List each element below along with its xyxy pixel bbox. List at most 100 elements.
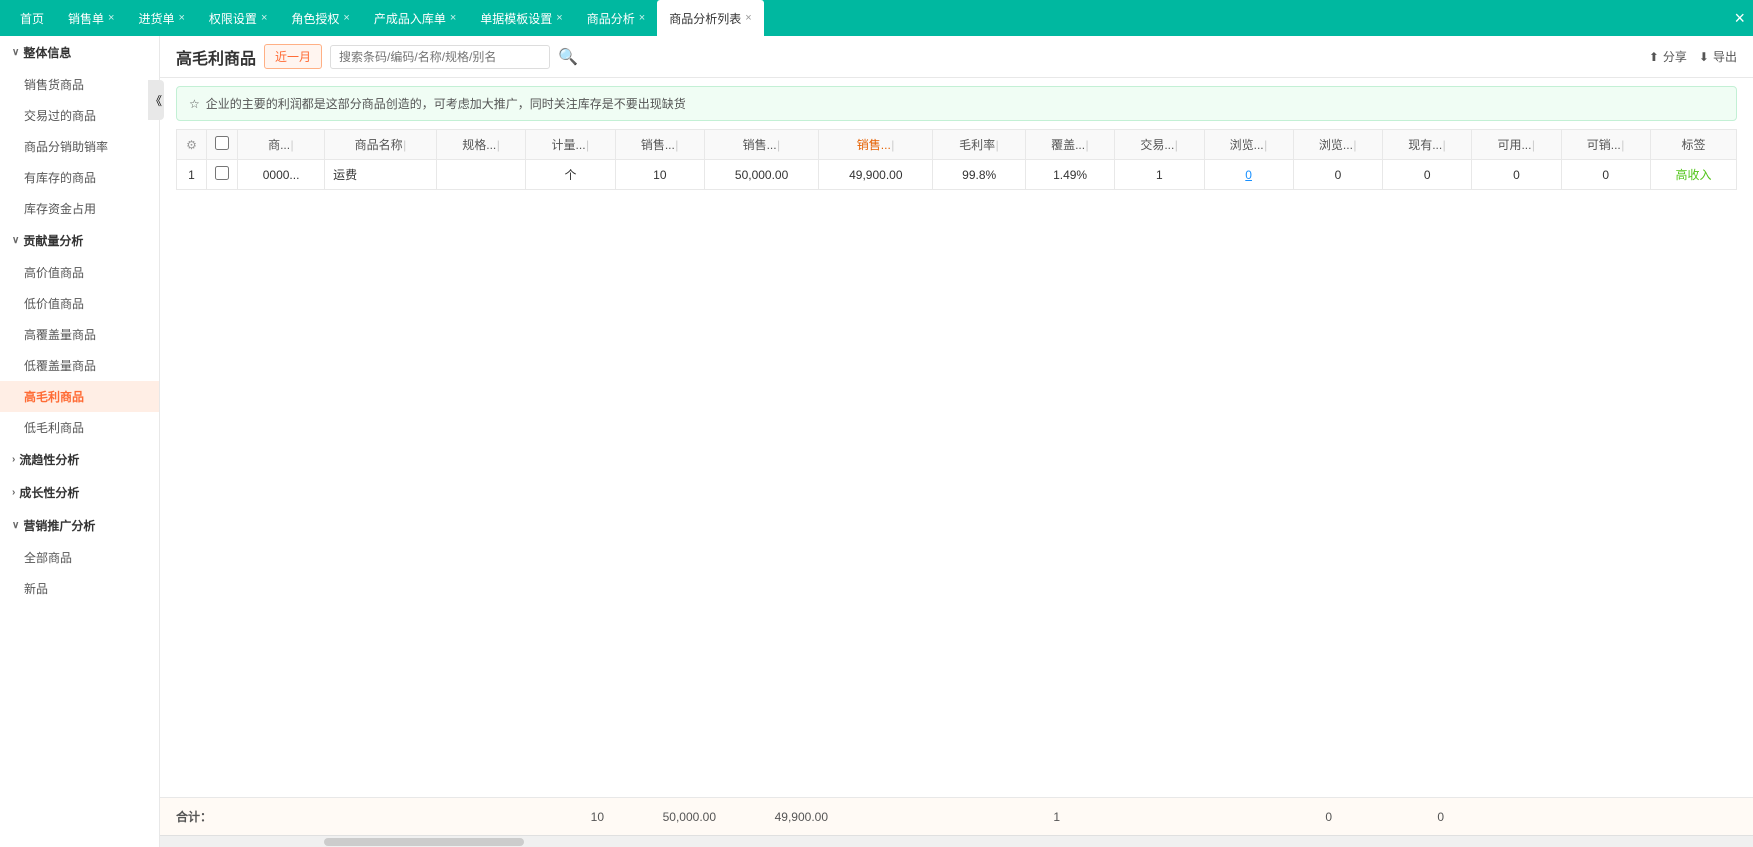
nav-finished-goods[interactable]: 产成品入库单 ×: [362, 0, 468, 36]
sidebar-item-high-margin[interactable]: 高毛利商品: [0, 381, 159, 412]
nav-product-analysis-list[interactable]: 商品分析列表 ×: [657, 0, 763, 36]
info-banner: ☆ 企业的主要的利润都是这部分商品创造的，可考虑加大推广，同时关注库存是不要出现…: [176, 86, 1737, 121]
nav-close-4[interactable]: ×: [343, 12, 349, 24]
nav-permission-settings[interactable]: 权限设置 ×: [197, 0, 279, 36]
nav-template-settings[interactable]: 单据模板设置 ×: [468, 0, 574, 36]
table-header-row: ⚙ 商...| 商品名称| 规格...| 计量...| 销售...| 销售...…: [177, 130, 1737, 160]
cell-tag: 高收入: [1650, 160, 1736, 190]
nav-home[interactable]: 首页: [8, 0, 56, 36]
sidebar-item-low-value[interactable]: 低价值商品: [0, 288, 159, 319]
summary-sales-amount: 50,000.00: [636, 810, 716, 824]
sidebar-item-all-goods[interactable]: 全部商品: [0, 542, 159, 573]
nav-sales-order[interactable]: 销售单 ×: [56, 0, 126, 36]
table-body: 1 0000... 运费 个 10 50,000.00 49,900.00 99…: [177, 160, 1737, 190]
col-saleable[interactable]: 可销...|: [1561, 130, 1650, 160]
scrollbar-thumb[interactable]: [324, 838, 524, 846]
nav-close-6[interactable]: ×: [556, 12, 562, 24]
table-container: ⚙ 商...| 商品名称| 规格...| 计量...| 销售...| 销售...…: [160, 129, 1753, 797]
sidebar-item-stocked-goods[interactable]: 有库存的商品: [0, 162, 159, 193]
cell-coverage: 1.49%: [1025, 160, 1114, 190]
cell-name: 运费: [325, 160, 437, 190]
sidebar-item-high-coverage[interactable]: 高覆盖量商品: [0, 319, 159, 350]
nav-window-close[interactable]: ×: [1734, 8, 1745, 29]
col-available[interactable]: 可用...|: [1472, 130, 1561, 160]
summary-sales-count: 10: [524, 810, 604, 824]
sidebar-group-contribution[interactable]: ∨ 贡献量分析: [0, 224, 159, 257]
cell-views1[interactable]: 0: [1204, 160, 1293, 190]
cell-available: 0: [1472, 160, 1561, 190]
cell-gross-margin: 99.8%: [933, 160, 1026, 190]
col-sales-amount[interactable]: 销售...|: [704, 130, 818, 160]
sidebar-item-sales-goods[interactable]: 销售货商品: [0, 69, 159, 100]
data-table: ⚙ 商...| 商品名称| 规格...| 计量...| 销售...| 销售...…: [176, 129, 1737, 190]
sidebar-item-new-goods[interactable]: 新品: [0, 573, 159, 604]
sidebar-group-trend[interactable]: › 流趋性分析: [0, 443, 159, 476]
sidebar-item-high-value[interactable]: 高价值商品: [0, 257, 159, 288]
nav-close-2[interactable]: ×: [178, 12, 184, 24]
col-coverage[interactable]: 覆盖...|: [1025, 130, 1114, 160]
col-code[interactable]: 商...|: [238, 130, 325, 160]
col-views2[interactable]: 浏览...|: [1293, 130, 1382, 160]
summary-sales-profit: 49,900.00: [748, 810, 828, 824]
cell-transaction: 1: [1115, 160, 1204, 190]
nav-close-5[interactable]: ×: [450, 12, 456, 24]
search-input[interactable]: [330, 45, 550, 69]
cell-saleable: 0: [1561, 160, 1650, 190]
cell-sales-amount: 50,000.00: [704, 160, 818, 190]
summary-current-stock: 0: [1252, 810, 1332, 824]
cell-code: 0000...: [238, 160, 325, 190]
sidebar-group-overall[interactable]: ∨ 整体信息: [0, 36, 159, 69]
nav-purchase-order[interactable]: 进货单 ×: [126, 0, 196, 36]
content-header: 高毛利商品 近一月 🔍 ⬆ 分享 ⬇ 导出: [160, 36, 1753, 78]
col-sales-profit[interactable]: 销售...|: [819, 130, 933, 160]
cell-current-stock: 0: [1383, 160, 1472, 190]
sidebar-arrow-growth: ›: [12, 487, 15, 498]
col-current-stock[interactable]: 现有...|: [1383, 130, 1472, 160]
sidebar-item-distribution-rate[interactable]: 商品分销助销率: [0, 131, 159, 162]
search-button[interactable]: 🔍: [558, 47, 578, 67]
sidebar-arrow-trend: ›: [12, 454, 15, 465]
nav-close-3[interactable]: ×: [261, 12, 267, 24]
sidebar-item-traded-goods[interactable]: 交易过的商品: [0, 100, 159, 131]
sidebar: ∨ 整体信息 销售货商品 交易过的商品 商品分销助销率 有库存的商品 库存资金占…: [0, 36, 160, 847]
col-transaction[interactable]: 交易...|: [1115, 130, 1204, 160]
nav-close-1[interactable]: ×: [108, 12, 114, 24]
filter-recent-month-btn[interactable]: 近一月: [264, 44, 322, 69]
nav-product-analysis[interactable]: 商品分析 ×: [575, 0, 657, 36]
col-settings[interactable]: ⚙: [177, 130, 207, 160]
summary-bar: 合计： 10 50,000.00 49,900.00 1 0 0: [160, 797, 1753, 835]
col-unit[interactable]: 计量...|: [526, 130, 615, 160]
select-all-checkbox[interactable]: [215, 136, 229, 150]
col-views1[interactable]: 浏览...|: [1204, 130, 1293, 160]
cell-checkbox[interactable]: [207, 160, 238, 190]
sidebar-arrow-marketing: ∨: [12, 520, 19, 531]
sidebar-item-stock-capital[interactable]: 库存资金占用: [0, 193, 159, 224]
bottom-scrollbar[interactable]: [160, 835, 1753, 847]
cell-sales-count: 10: [615, 160, 704, 190]
info-icon: ☆: [189, 97, 200, 111]
sidebar-group-marketing[interactable]: ∨ 营销推广分析: [0, 509, 159, 542]
sidebar-item-low-margin[interactable]: 低毛利商品: [0, 412, 159, 443]
nav-role-auth[interactable]: 角色授权 ×: [279, 0, 361, 36]
export-btn[interactable]: ⬇ 导出: [1699, 48, 1737, 65]
col-name[interactable]: 商品名称|: [325, 130, 437, 160]
export-icon: ⬇: [1699, 50, 1709, 64]
nav-close-7[interactable]: ×: [639, 12, 645, 24]
cell-index: 1: [177, 160, 207, 190]
sidebar-group-growth[interactable]: › 成长性分析: [0, 476, 159, 509]
table-row: 1 0000... 运费 个 10 50,000.00 49,900.00 99…: [177, 160, 1737, 190]
nav-close-8[interactable]: ×: [745, 12, 751, 24]
col-gross-margin[interactable]: 毛利率|: [933, 130, 1026, 160]
col-spec[interactable]: 规格...|: [437, 130, 526, 160]
top-nav: 首页 销售单 × 进货单 × 权限设置 × 角色授权 × 产成品入库单 × 单据…: [0, 0, 1753, 36]
share-btn[interactable]: ⬆ 分享: [1649, 48, 1687, 65]
header-actions: ⬆ 分享 ⬇ 导出: [1649, 48, 1737, 65]
sidebar-collapse-btn[interactable]: 《: [148, 80, 164, 120]
col-tag[interactable]: 标签: [1650, 130, 1736, 160]
col-checkbox[interactable]: [207, 130, 238, 160]
row-checkbox-0[interactable]: [215, 166, 229, 180]
info-text: 企业的主要的利润都是这部分商品创造的，可考虑加大推广，同时关注库存是不要出现缺货: [206, 95, 686, 112]
share-icon: ⬆: [1649, 50, 1659, 64]
col-sales-count[interactable]: 销售...|: [615, 130, 704, 160]
sidebar-item-low-coverage[interactable]: 低覆盖量商品: [0, 350, 159, 381]
